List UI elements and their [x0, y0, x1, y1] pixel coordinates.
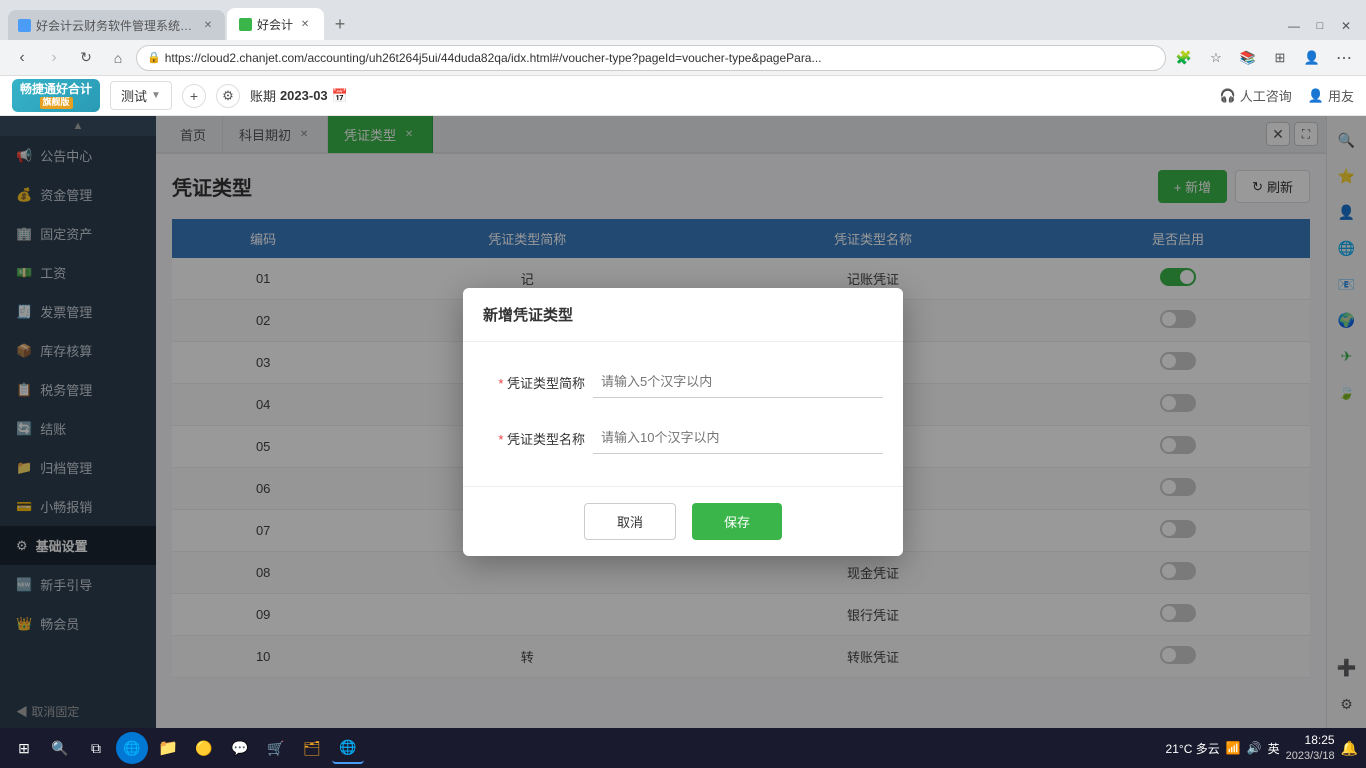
taskbar-network[interactable]: 📶	[1226, 741, 1241, 755]
address-text: https://cloud2.chanjet.com/accounting/uh…	[165, 51, 1155, 65]
tab-favicon-1	[18, 19, 31, 32]
tab-favicon-2	[239, 18, 252, 31]
taskbar-search[interactable]: 🔍	[44, 732, 76, 764]
required-star-2: *	[498, 432, 507, 447]
new-tab-button[interactable]: +	[326, 10, 354, 38]
short-name-input[interactable]	[593, 366, 883, 398]
form-row-full: * 凭证类型名称	[483, 422, 883, 454]
tab-label-1: 好会计云财务软件管理系统_会计	[36, 17, 196, 34]
required-star-1: *	[498, 376, 507, 391]
tab-close-1[interactable]: ✕	[201, 18, 215, 32]
taskbar-chrome[interactable]: 🟡	[188, 732, 220, 764]
calendar-icon[interactable]: 📅	[332, 88, 348, 104]
address-bar[interactable]: 🔒 https://cloud2.chanjet.com/accounting/…	[136, 45, 1166, 71]
taskbar-edge[interactable]: 🌐	[116, 732, 148, 764]
toolbar-icon-favorites[interactable]: ☆	[1202, 44, 1230, 72]
browser-chrome: 好会计云财务软件管理系统_会计 ✕ 好会计 ✕ + — □ ✕	[0, 0, 1366, 40]
start-button[interactable]: ⊞	[8, 732, 40, 764]
browser-toolbar: ‹ › ↻ ⌂ 🔒 https://cloud2.chanjet.com/acc…	[0, 40, 1366, 76]
modal-overlay: 新增凭证类型 * 凭证类型简称 * 凭证类型名称 取消 保存	[0, 116, 1366, 728]
taskbar: ⊞ 🔍 ⧉ 🌐 📁 🟡 💬 🛒 🗂 🌐 21°C 多云 📶 🔊 英 18:25 …	[0, 728, 1366, 768]
app-header: 畅捷通好合计 旗舰版 测试 ▼ + ⚙ 账期 2023-03 📅 🎧 人工咨询 …	[0, 76, 1366, 116]
tab-close-2[interactable]: ✕	[298, 17, 312, 31]
save-button[interactable]: 保存	[692, 503, 782, 540]
modal-footer: 取消 保存	[463, 486, 903, 556]
taskbar-notification[interactable]: 🔔	[1341, 740, 1358, 757]
taskbar-weather: 21°C 多云	[1166, 740, 1220, 757]
browser-tab-active[interactable]: 好会计 ✕	[227, 8, 324, 40]
dropdown-arrow-icon: ▼	[151, 90, 161, 101]
period-label: 账期	[250, 86, 276, 105]
taskbar-date: 2023/3/18	[1286, 749, 1335, 764]
user-btn[interactable]: 👤 用友	[1308, 86, 1354, 105]
home-button[interactable]: ⌂	[104, 44, 132, 72]
app-logo: 畅捷通好合计 旗舰版	[12, 79, 100, 112]
browser-close[interactable]: ✕	[1334, 16, 1358, 36]
full-name-label: * 凭证类型名称	[483, 429, 593, 448]
headset-icon: 🎧	[1220, 88, 1236, 104]
period-display: 账期 2023-03 📅	[250, 86, 348, 105]
toolbar-icon-menu[interactable]: ⋯	[1330, 44, 1358, 72]
taskbar-sound[interactable]: 🔊	[1247, 741, 1262, 755]
taskbar-tray: 21°C 多云 📶 🔊 英 18:25 2023/3/18 🔔	[1166, 732, 1358, 764]
taskbar-store[interactable]: 🛒	[260, 732, 292, 764]
cancel-button[interactable]: 取消	[584, 503, 676, 540]
modal-body: * 凭证类型简称 * 凭证类型名称	[463, 342, 903, 486]
company-selector[interactable]: 测试 ▼	[110, 81, 172, 110]
header-actions: 🎧 人工咨询 👤 用友	[1220, 86, 1354, 105]
toolbar-icon-extensions[interactable]: 🧩	[1170, 44, 1198, 72]
toolbar-icon-split[interactable]: ⊞	[1266, 44, 1294, 72]
lock-icon: 🔒	[147, 51, 161, 64]
period-value: 2023-03	[280, 88, 328, 103]
toolbar-icon-account[interactable]: 👤	[1298, 44, 1326, 72]
taskbar-browser2[interactable]: 🌐	[332, 732, 364, 764]
logo-main: 畅捷通好合计	[20, 82, 92, 98]
taskbar-wechat[interactable]: 💬	[224, 732, 256, 764]
back-button[interactable]: ‹	[8, 44, 36, 72]
taskbar-lang[interactable]: 英	[1268, 740, 1280, 757]
company-name: 测试	[121, 86, 147, 105]
reload-button[interactable]: ↻	[72, 44, 100, 72]
logo-sub: 旗舰版	[40, 97, 73, 109]
taskbar-files[interactable]: 🗂	[296, 732, 328, 764]
ai-label: 人工咨询	[1240, 86, 1292, 105]
modal-header: 新增凭证类型	[463, 288, 903, 342]
browser-maximize[interactable]: □	[1308, 16, 1332, 36]
browser-tab-inactive[interactable]: 好会计云财务软件管理系统_会计 ✕	[8, 10, 225, 40]
main-body: ▲ 📢 公告中心 💰 资金管理 🏢 固定资产 💵 工资 🧾 发票管理 📦 库存核…	[0, 116, 1366, 728]
taskbar-explorer[interactable]: 📁	[152, 732, 184, 764]
taskbar-time: 18:25	[1286, 732, 1335, 749]
toolbar-icon-collections[interactable]: 📚	[1234, 44, 1262, 72]
taskbar-clock[interactable]: 18:25 2023/3/18	[1286, 732, 1335, 764]
ai-consult-btn[interactable]: 🎧 人工咨询	[1220, 86, 1292, 105]
user-icon: 👤	[1308, 88, 1324, 104]
taskbar-taskview[interactable]: ⧉	[80, 732, 112, 764]
form-row-short: * 凭证类型简称	[483, 366, 883, 398]
user-label: 用友	[1328, 86, 1354, 105]
settings-btn[interactable]: ⚙	[216, 84, 240, 108]
modal: 新增凭证类型 * 凭证类型简称 * 凭证类型名称 取消 保存	[463, 288, 903, 556]
forward-button[interactable]: ›	[40, 44, 68, 72]
tab-label-2: 好会计	[257, 16, 293, 33]
add-company-btn[interactable]: +	[182, 84, 206, 108]
full-name-input[interactable]	[593, 422, 883, 454]
browser-minimize[interactable]: —	[1282, 16, 1306, 36]
short-name-label: * 凭证类型简称	[483, 373, 593, 392]
